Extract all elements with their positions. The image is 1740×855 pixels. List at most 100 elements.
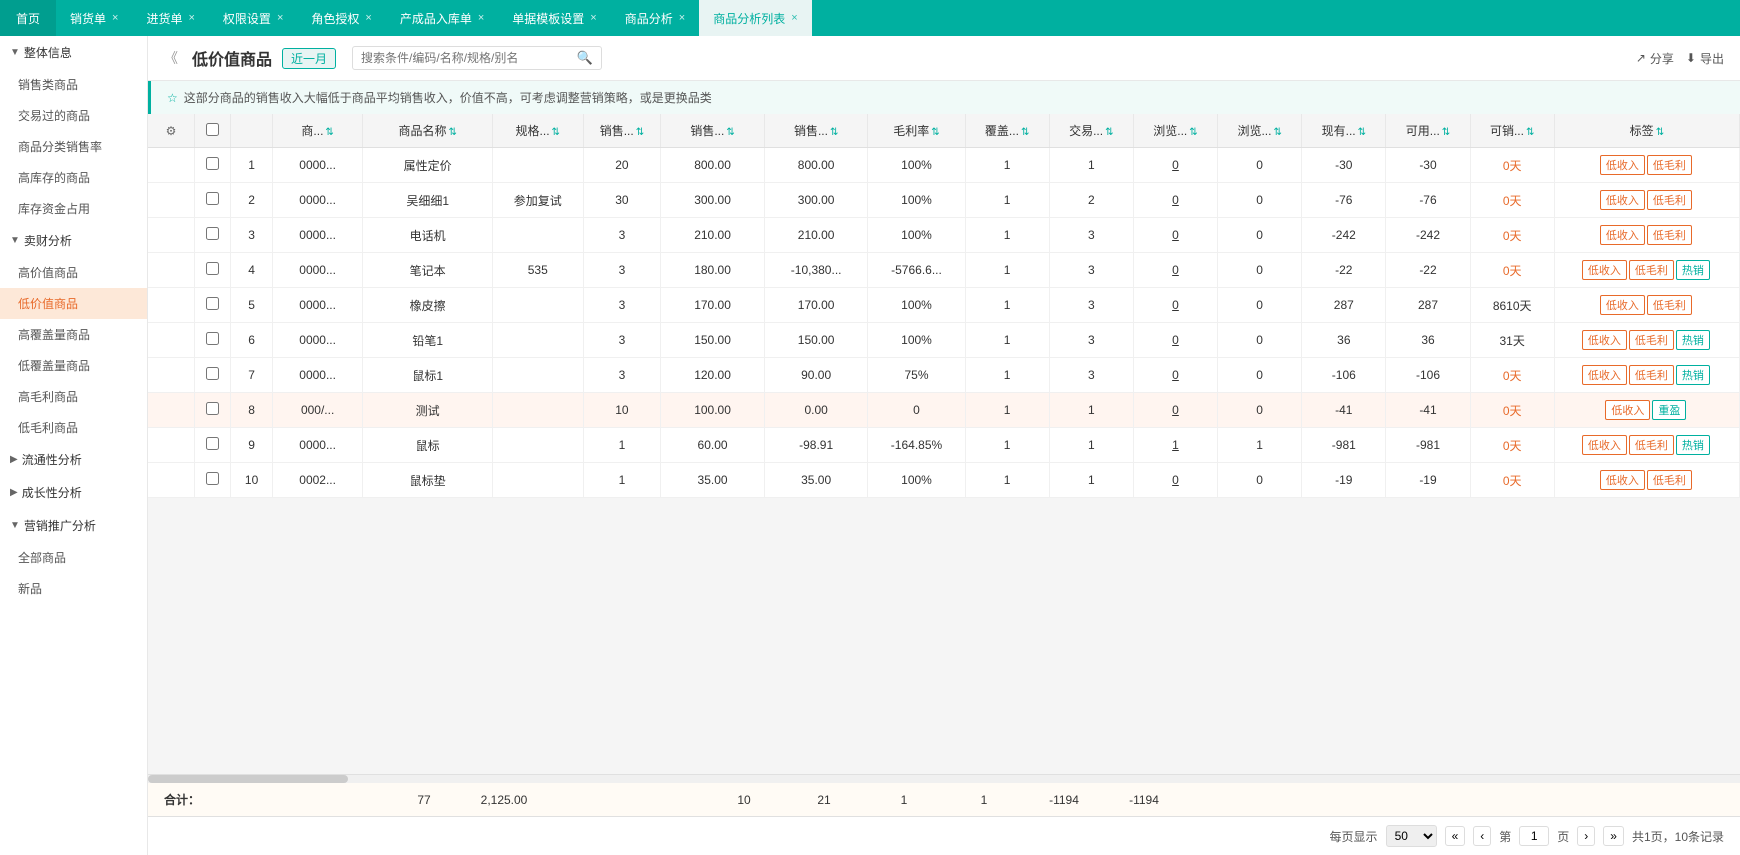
sort-icon-stock2[interactable]: ⇅ [1442, 127, 1450, 138]
browse-link[interactable]: 0 [1172, 403, 1179, 417]
nav-product-storage[interactable]: 产成品入库单 × [386, 0, 498, 36]
sort-icon-browse2[interactable]: ⇅ [1273, 127, 1281, 138]
col-browse2[interactable]: 浏览...⇅ [1218, 114, 1302, 148]
export-button[interactable]: ⬇ 导出 [1686, 50, 1724, 67]
row-checkbox[interactable] [206, 472, 219, 485]
sidebar-item-low-margin[interactable]: 低毛利商品 [0, 412, 147, 443]
first-page-button[interactable]: « [1445, 826, 1466, 846]
sort-icon-s1[interactable]: ⇅ [636, 127, 644, 138]
nav-sales-order[interactable]: 销货单 × [56, 0, 132, 36]
sidebar-item-low-coverage[interactable]: 低覆盖量商品 [0, 350, 147, 381]
row-checkbox[interactable] [206, 157, 219, 170]
browse-link[interactable]: 0 [1172, 298, 1179, 312]
date-filter-tag[interactable]: 近一月 [282, 48, 336, 69]
last-page-button[interactable]: » [1603, 826, 1624, 846]
sidebar-item-all-products[interactable]: 全部商品 [0, 542, 147, 573]
col-cov[interactable]: 覆盖...⇅ [965, 114, 1049, 148]
sort-icon-cov[interactable]: ⇅ [1021, 127, 1029, 138]
sidebar-section-growth[interactable]: ▶ 成长性分析 [0, 476, 147, 509]
col-settings[interactable]: ⚙ [148, 114, 195, 148]
sort-icon-s3[interactable]: ⇅ [830, 127, 838, 138]
row-checkbox[interactable] [206, 367, 219, 380]
close-permission[interactable]: × [277, 12, 283, 24]
row-checkbox[interactable] [206, 402, 219, 415]
page-number-input[interactable] [1519, 826, 1549, 846]
close-sales-order[interactable]: × [112, 12, 118, 24]
row-checkbox[interactable] [206, 332, 219, 345]
col-s1[interactable]: 销售...⇅ [583, 114, 661, 148]
select-all-checkbox[interactable] [206, 123, 219, 136]
col-spec[interactable]: 规格...⇅ [492, 114, 583, 148]
sidebar-item-high-coverage[interactable]: 高覆盖量商品 [0, 319, 147, 350]
sidebar-section-marketing[interactable]: ▼ 营销推广分析 [0, 509, 147, 542]
col-code[interactable]: 商...⇅ [272, 114, 363, 148]
row-checkbox[interactable] [206, 227, 219, 240]
row-checkbox[interactable] [206, 297, 219, 310]
nav-role-auth[interactable]: 角色授权 × [297, 0, 385, 36]
sort-icon-name[interactable]: ⇅ [448, 127, 456, 138]
sort-icon-sellable[interactable]: ⇅ [1526, 127, 1534, 138]
nav-product-analysis-list[interactable]: 商品分析列表 × [699, 0, 811, 36]
sidebar-section-liquidity[interactable]: ▶ 流通性分析 [0, 443, 147, 476]
search-input[interactable] [361, 51, 577, 65]
scrollbar-thumb[interactable] [148, 775, 348, 783]
nav-template-settings[interactable]: 单据模板设置 × [498, 0, 610, 36]
col-sellable[interactable]: 可销...⇅ [1470, 114, 1554, 148]
col-s2[interactable]: 销售...⇅ [661, 114, 765, 148]
sidebar-section-financial[interactable]: ▼ 卖财分析 [0, 224, 147, 257]
cell-browse1[interactable]: 0 [1133, 148, 1217, 183]
per-page-select[interactable]: 50 100 [1386, 825, 1437, 847]
search-icon[interactable]: 🔍 [577, 50, 593, 66]
sort-icon-spec[interactable]: ⇅ [552, 127, 560, 138]
cell-browse1[interactable]: 0 [1133, 358, 1217, 393]
col-stock2[interactable]: 可用...⇅ [1386, 114, 1470, 148]
next-page-button[interactable]: › [1577, 826, 1595, 846]
browse-link[interactable]: 1 [1172, 438, 1179, 452]
col-stock1[interactable]: 现有...⇅ [1302, 114, 1386, 148]
nav-purchase-order[interactable]: 进货单 × [132, 0, 208, 36]
col-trade[interactable]: 交易...⇅ [1049, 114, 1133, 148]
sidebar-item-high-stock[interactable]: 高库存的商品 [0, 162, 147, 193]
sort-icon-tags[interactable]: ⇅ [1656, 127, 1664, 138]
horizontal-scrollbar[interactable] [148, 775, 1740, 783]
cell-browse1[interactable]: 0 [1133, 288, 1217, 323]
close-product-analysis-list[interactable]: × [791, 12, 797, 24]
browse-link[interactable]: 0 [1172, 263, 1179, 277]
nav-permission[interactable]: 权限设置 × [209, 0, 297, 36]
close-role-auth[interactable]: × [365, 12, 371, 24]
sidebar-item-high-value[interactable]: 高价值商品 [0, 257, 147, 288]
collapse-sidebar-button[interactable]: 《 [164, 48, 178, 68]
cell-browse1[interactable]: 1 [1133, 428, 1217, 463]
sidebar-item-new-products[interactable]: 新品 [0, 573, 147, 604]
close-purchase-order[interactable]: × [188, 12, 194, 24]
settings-icon[interactable]: ⚙ [166, 124, 177, 138]
cell-browse1[interactable]: 0 [1133, 253, 1217, 288]
col-browse1[interactable]: 浏览...⇅ [1133, 114, 1217, 148]
browse-link[interactable]: 0 [1172, 158, 1179, 172]
browse-link[interactable]: 0 [1172, 473, 1179, 487]
cell-browse1[interactable]: 0 [1133, 323, 1217, 358]
prev-page-button[interactable]: ‹ [1473, 826, 1491, 846]
col-margin[interactable]: 毛利率⇅ [868, 114, 965, 148]
sort-icon-code[interactable]: ⇅ [325, 127, 333, 138]
cell-browse1[interactable]: 0 [1133, 183, 1217, 218]
sidebar-item-traded-products[interactable]: 交易过的商品 [0, 100, 147, 131]
nav-home[interactable]: 首页 [0, 0, 56, 36]
close-template-settings[interactable]: × [590, 12, 596, 24]
sort-icon-trade[interactable]: ⇅ [1105, 127, 1113, 138]
share-button[interactable]: ↗ 分享 [1636, 50, 1674, 67]
sidebar-item-stock-funds[interactable]: 库存资金占用 [0, 193, 147, 224]
nav-product-analysis[interactable]: 商品分析 × [611, 0, 699, 36]
sort-icon-stock1[interactable]: ⇅ [1358, 127, 1366, 138]
sort-icon-browse1[interactable]: ⇅ [1189, 127, 1197, 138]
browse-link[interactable]: 0 [1172, 228, 1179, 242]
sidebar-item-high-margin[interactable]: 高毛利商品 [0, 381, 147, 412]
close-product-analysis[interactable]: × [679, 12, 685, 24]
cell-browse1[interactable]: 0 [1133, 463, 1217, 498]
sidebar-section-overall[interactable]: ▼ 整体信息 [0, 36, 147, 69]
row-checkbox[interactable] [206, 437, 219, 450]
row-checkbox[interactable] [206, 262, 219, 275]
sidebar-item-sales-products[interactable]: 销售类商品 [0, 69, 147, 100]
sort-icon-s2[interactable]: ⇅ [726, 127, 734, 138]
sidebar-item-category-sales[interactable]: 商品分类销售率 [0, 131, 147, 162]
